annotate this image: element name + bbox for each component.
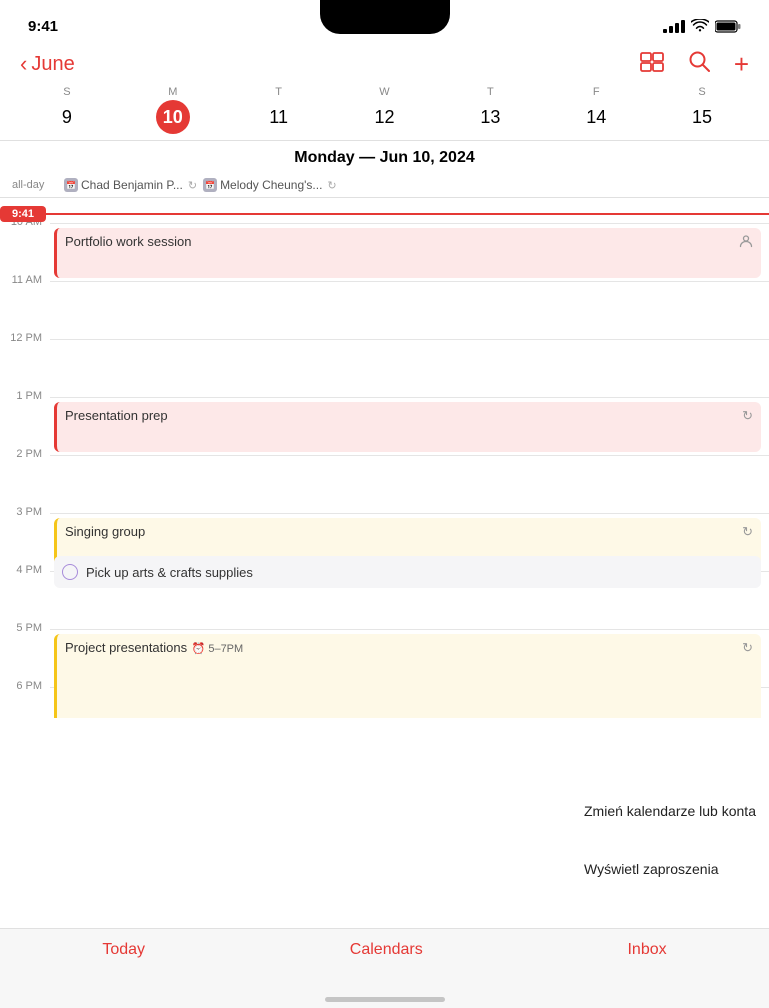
home-indicator [325, 997, 445, 1002]
date-header: Monday — Jun 10, 2024 [0, 140, 769, 173]
battery-icon [715, 20, 741, 33]
back-chevron-icon: ‹ [20, 51, 27, 77]
day-number-wed: 12 [367, 100, 401, 134]
event-presentation-title: Presentation prep [65, 408, 168, 423]
back-to-month[interactable]: ‹ June [20, 51, 75, 77]
allday-label: all-day [12, 179, 56, 191]
search-icon[interactable] [688, 50, 710, 78]
tab-inbox[interactable]: Inbox [627, 941, 666, 959]
hour-row-2pm: 2 PM [0, 455, 769, 460]
nav-icons: + [640, 50, 749, 78]
status-time: 9:41 [28, 18, 58, 35]
hour-row-11am: 11 AM [0, 281, 769, 286]
current-time-indicator: 9:41 [0, 206, 769, 222]
day-number-tue: 11 [262, 100, 296, 134]
event-singing-title: Singing group [65, 524, 145, 539]
project-refresh-icon: ↻ [742, 640, 753, 656]
tab-today[interactable]: Today [102, 941, 145, 959]
callout-inbox-text: Wyświetl zaproszenia [584, 860, 759, 878]
day-number-sun: 9 [50, 100, 84, 134]
time-label-2pm: 2 PM [0, 448, 50, 460]
current-time-badge: 9:41 [0, 206, 46, 222]
day-letter-tue: T [275, 86, 282, 98]
tab-calendars[interactable]: Calendars [350, 941, 423, 959]
day-col-thu[interactable]: T 13 [437, 86, 543, 134]
melody-calendar-icon: 📅 [203, 178, 217, 192]
callout-area: Zmień kalendarze lub konta Wyświetl zapr… [584, 802, 759, 878]
current-time-line [46, 213, 769, 215]
day-number-mon: 10 [156, 100, 190, 134]
day-letter-wed: W [379, 86, 389, 98]
time-label-5pm: 5 PM [0, 622, 50, 634]
allday-event-melody[interactable]: 📅 Melody Cheung's... ↻ [203, 178, 337, 192]
day-letter-fri: F [593, 86, 600, 98]
event-project-time: ⏰ 5–7PM [192, 643, 244, 655]
time-label-6pm: 6 PM [0, 680, 50, 692]
day-col-sun[interactable]: S 9 [14, 86, 120, 134]
top-nav: ‹ June + [0, 44, 769, 86]
allday-event-melody-text: Melody Cheung's... [220, 178, 322, 192]
week-row: S 9 M 10 T 11 W 12 T 13 F 14 S 15 [0, 86, 769, 134]
time-label-3pm: 3 PM [0, 506, 50, 518]
melody-refresh-icon: ↻ [327, 179, 336, 192]
allday-row: all-day 📅 Chad Benjamin P... ↻ 📅 Melody … [0, 173, 769, 198]
event-project[interactable]: Project presentations ⏰ 5–7PM ↻ [54, 634, 761, 718]
status-icons [663, 19, 741, 33]
time-label-4pm: 4 PM [0, 564, 50, 576]
tab-bar: Today Calendars Inbox [0, 928, 769, 1008]
wifi-icon [691, 19, 709, 33]
day-col-sat[interactable]: S 15 [649, 86, 755, 134]
day-letter-sat: S [698, 86, 705, 98]
task-arts-crafts-label: Pick up arts & crafts supplies [86, 565, 253, 580]
chad-calendar-icon: 📅 [64, 178, 78, 192]
allday-event-chad-text: Chad Benjamin P... [81, 178, 183, 192]
event-portfolio-title: Portfolio work session [65, 234, 191, 249]
day-letter-thu: T [487, 86, 494, 98]
callout-calendars-text: Zmień kalendarze lub konta [584, 802, 759, 820]
allday-events: 📅 Chad Benjamin P... ↻ 📅 Melody Cheung's… [64, 178, 757, 192]
day-number-sat: 15 [685, 100, 719, 134]
chad-refresh-icon: ↻ [188, 179, 197, 192]
event-presentation[interactable]: Presentation prep ↻ [54, 402, 761, 452]
add-icon[interactable]: + [734, 51, 749, 77]
day-col-fri[interactable]: F 14 [543, 86, 649, 134]
day-letter-sun: S [63, 86, 70, 98]
signal-bars-icon [663, 20, 685, 33]
task-circle-icon [62, 564, 78, 580]
day-col-mon[interactable]: M 10 [120, 86, 226, 134]
time-label-12pm: 12 PM [0, 332, 50, 344]
singing-refresh-icon: ↻ [742, 524, 753, 540]
timeline: 9:41 10 AM 11 AM 12 PM 1 PM [0, 198, 769, 718]
grid-week-icon[interactable] [640, 52, 664, 77]
day-number-fri: 14 [579, 100, 613, 134]
phone-frame: 9:41 ‹ [0, 0, 769, 1008]
month-label: June [31, 53, 74, 76]
person-icon [739, 234, 753, 251]
allday-event-chad[interactable]: 📅 Chad Benjamin P... ↻ [64, 178, 197, 192]
event-project-title: Project presentations [65, 640, 187, 655]
day-number-thu: 13 [473, 100, 507, 134]
notch [320, 0, 450, 34]
time-label-11am: 11 AM [0, 274, 50, 286]
task-arts-crafts[interactable]: Pick up arts & crafts supplies [54, 556, 761, 588]
day-col-tue[interactable]: T 11 [226, 86, 332, 134]
day-letter-mon: M [168, 86, 177, 98]
hour-row-12pm: 12 PM [0, 339, 769, 344]
time-label-1pm: 1 PM [0, 390, 50, 402]
event-portfolio[interactable]: Portfolio work session [54, 228, 761, 278]
presentation-refresh-icon: ↻ [742, 408, 753, 424]
day-col-wed[interactable]: W 12 [332, 86, 438, 134]
